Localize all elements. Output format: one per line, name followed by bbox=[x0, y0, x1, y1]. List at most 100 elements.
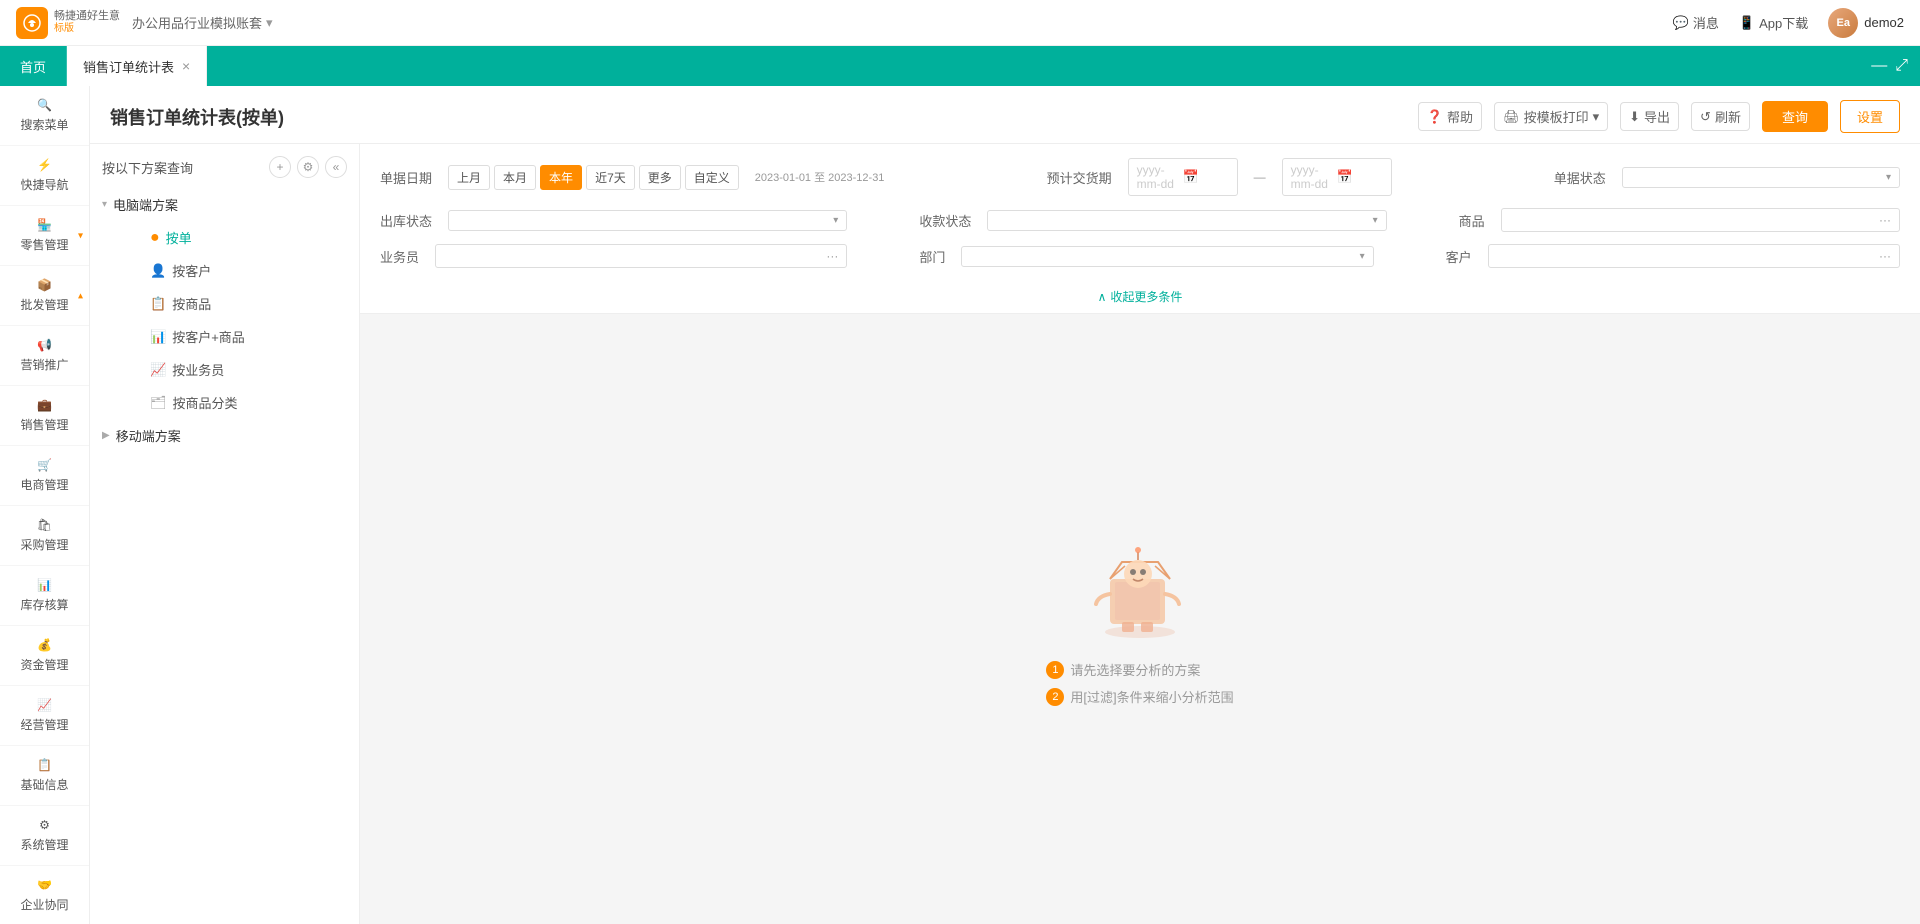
filter-row-2: 出库状态 ▾ 收款状态 ▾ 商品 bbox=[380, 208, 1900, 232]
receipt-status-arrow: ▾ bbox=[1373, 215, 1378, 226]
retail-icon: 🏪 bbox=[37, 218, 52, 232]
sales-icon: 💼 bbox=[37, 398, 52, 412]
sidebar-item-enterprise-collab[interactable]: 🤝 企业协同 bbox=[0, 866, 89, 924]
sidebar-item-search[interactable]: 🔍 搜索菜单 bbox=[0, 86, 89, 146]
tab-home[interactable]: 首页 bbox=[0, 46, 67, 86]
sidebar-item-retail[interactable]: 🏪 零售管理 ▾ bbox=[0, 206, 89, 266]
delivery-status-select[interactable]: ▾ bbox=[448, 210, 847, 231]
period-7days[interactable]: 近7天 bbox=[586, 165, 635, 190]
main-layout: 🔍 搜索菜单 ⚡ 快捷导航 🏪 零售管理 ▾ 📦 批发管理 ▴ 📢 营销推广 💼… bbox=[0, 86, 1920, 924]
tree-group-desktop[interactable]: ▾ 电脑端方案 bbox=[90, 188, 359, 221]
tab-bar-right: — ⤢ bbox=[1871, 57, 1920, 75]
combo-table-icon: 📊 bbox=[150, 329, 166, 345]
cal-icon-end: 📅 bbox=[1337, 169, 1383, 185]
staff-dots[interactable]: ··· bbox=[826, 249, 838, 263]
tab-bar: 首页 销售订单统计表 × — ⤢ bbox=[0, 46, 1920, 86]
sidebar-item-basic-info[interactable]: 📋 基础信息 bbox=[0, 746, 89, 806]
help-icon: ❓ bbox=[1427, 109, 1443, 125]
logo-text: 畅捷通好生意 标版 bbox=[54, 10, 120, 35]
marketing-icon: 📢 bbox=[37, 338, 52, 352]
client-dots[interactable]: ··· bbox=[1879, 249, 1891, 263]
filter-row-3: 业务员 ··· 部门 ▾ 客户 ··· bbox=[380, 244, 1900, 268]
period-more[interactable]: 更多 bbox=[639, 165, 681, 190]
wholesale-icon: 📦 bbox=[37, 278, 52, 292]
period-this-year[interactable]: 本年 bbox=[540, 165, 582, 190]
empty-tip-2: 2 用[过滤]条件来缩小分析范围 bbox=[1046, 687, 1233, 706]
client-input[interactable]: ··· bbox=[1488, 244, 1900, 268]
breadcrumb-text: 办公用品行业模拟账套 bbox=[132, 13, 262, 32]
tree-collapse-btn[interactable]: « bbox=[325, 156, 347, 178]
dept-select[interactable]: ▾ bbox=[961, 246, 1373, 267]
sidebar-item-system[interactable]: ⚙ 系统管理 bbox=[0, 806, 89, 866]
tree-item-by-customer[interactable]: 👤 按客户 bbox=[126, 254, 359, 287]
sidebar-item-wholesale[interactable]: 📦 批发管理 ▴ bbox=[0, 266, 89, 326]
sidebar-item-finance[interactable]: 💰 资金管理 bbox=[0, 626, 89, 686]
date-dash: — bbox=[1254, 170, 1266, 184]
collapse-row[interactable]: ∧ 收起更多条件 bbox=[380, 280, 1900, 313]
sidebar-item-sales[interactable]: 💼 销售管理 bbox=[0, 386, 89, 446]
tree-panel-title: 按以下方案查询 bbox=[102, 158, 193, 177]
tree-group-mobile[interactable]: ▶ 移动端方案 bbox=[90, 419, 359, 452]
status-select[interactable]: ▾ bbox=[1622, 167, 1900, 188]
category-table-icon: 🗂 bbox=[150, 395, 167, 411]
delivery-status-label: 出库状态 bbox=[380, 211, 432, 230]
tab-maximize-btn[interactable]: ⤢ bbox=[1895, 57, 1908, 75]
sidebar-item-inventory[interactable]: 📊 库存核算 bbox=[0, 566, 89, 626]
goods-input[interactable]: ··· bbox=[1501, 208, 1900, 232]
system-icon: ⚙ bbox=[39, 818, 50, 832]
tree-item-by-order[interactable]: ● 按单 bbox=[126, 221, 359, 254]
single-date-label: 单据日期 bbox=[380, 168, 432, 187]
tip-num-2: 2 bbox=[1046, 688, 1064, 706]
staff-input[interactable]: ··· bbox=[435, 244, 847, 268]
tree-item-by-customer-goods[interactable]: 📊 按客户+商品 bbox=[126, 320, 359, 353]
tree-item-by-category[interactable]: 🗂 按商品分类 bbox=[126, 386, 359, 419]
retail-arrow: ▾ bbox=[78, 230, 83, 241]
avatar: Ea bbox=[1828, 8, 1858, 38]
delivery-end-date[interactable]: yyyy-mm-dd 📅 bbox=[1282, 158, 1392, 196]
print-btn[interactable]: 🖨 按模板打印 ▾ bbox=[1494, 102, 1608, 131]
tab-sales-stats[interactable]: 销售订单统计表 × bbox=[67, 46, 207, 86]
sidebar-item-quick-nav[interactable]: ⚡ 快捷导航 bbox=[0, 146, 89, 206]
refresh-btn[interactable]: ↺ 刷新 bbox=[1691, 102, 1750, 131]
customer-chart-icon: 👤 bbox=[150, 263, 166, 279]
app-download-nav[interactable]: 📱 App下载 bbox=[1739, 13, 1808, 32]
tree-group-label: 电脑端方案 bbox=[113, 195, 178, 214]
active-radio-icon: ● bbox=[150, 229, 160, 247]
export-icon: ⬇ bbox=[1629, 109, 1640, 125]
goods-dots[interactable]: ··· bbox=[1879, 213, 1891, 227]
query-filter-area: 单据日期 上月 本月 本年 近7天 更多 自定义 2023-01-01 至 20… bbox=[360, 144, 1920, 314]
tree-add-btn[interactable]: + bbox=[269, 156, 291, 178]
tree-item-by-goods[interactable]: 📋 按商品 bbox=[126, 287, 359, 320]
breadcrumb-area: 办公用品行业模拟账套 ▾ bbox=[132, 13, 273, 32]
help-btn[interactable]: ❓ 帮助 bbox=[1418, 102, 1482, 131]
wholesale-arrow: ▴ bbox=[78, 290, 83, 301]
period-this-month[interactable]: 本月 bbox=[494, 165, 536, 190]
basic-info-icon: 📋 bbox=[37, 758, 52, 772]
tree-mobile-label: 移动端方案 bbox=[116, 426, 181, 445]
sidebar-item-marketing[interactable]: 📢 营销推广 bbox=[0, 326, 89, 386]
sidebar-item-purchase[interactable]: 🛍 采购管理 bbox=[0, 506, 89, 566]
sidebar-item-operations[interactable]: 📈 经营管理 bbox=[0, 686, 89, 746]
period-custom[interactable]: 自定义 bbox=[685, 165, 739, 190]
message-nav[interactable]: 💬 消息 bbox=[1673, 13, 1719, 32]
tree-item-by-staff[interactable]: 📈 按业务员 bbox=[126, 353, 359, 386]
delivery-start-date[interactable]: yyyy-mm-dd 📅 bbox=[1128, 158, 1238, 196]
status-label: 单据状态 bbox=[1554, 168, 1606, 187]
export-btn[interactable]: ⬇ 导出 bbox=[1620, 102, 1679, 131]
receipt-status-select[interactable]: ▾ bbox=[987, 210, 1386, 231]
tab-minimize-btn[interactable]: — bbox=[1871, 57, 1887, 75]
tab-close-btn[interactable]: × bbox=[182, 58, 190, 74]
query-btn[interactable]: 查询 bbox=[1762, 101, 1828, 132]
period-last-month[interactable]: 上月 bbox=[448, 165, 490, 190]
logo-area: 畅捷通好生意 标版 bbox=[16, 7, 120, 39]
sidebar-item-ecommerce[interactable]: 🛒 电商管理 bbox=[0, 446, 89, 506]
period-btns: 上月 本月 本年 近7天 更多 自定义 bbox=[448, 165, 739, 190]
breadcrumb-dropdown-icon[interactable]: ▾ bbox=[266, 15, 273, 31]
setting-btn[interactable]: 设置 bbox=[1840, 100, 1900, 133]
staff-chart-icon: 📈 bbox=[150, 362, 166, 378]
tree-expand-icon: ▾ bbox=[102, 199, 107, 210]
user-avatar-area[interactable]: Ea demo2 bbox=[1828, 8, 1904, 38]
tree-settings-btn[interactable]: ⚙ bbox=[297, 156, 319, 178]
top-bar-left: 畅捷通好生意 标版 办公用品行业模拟账套 ▾ bbox=[16, 7, 273, 39]
operations-icon: 📈 bbox=[37, 698, 52, 712]
